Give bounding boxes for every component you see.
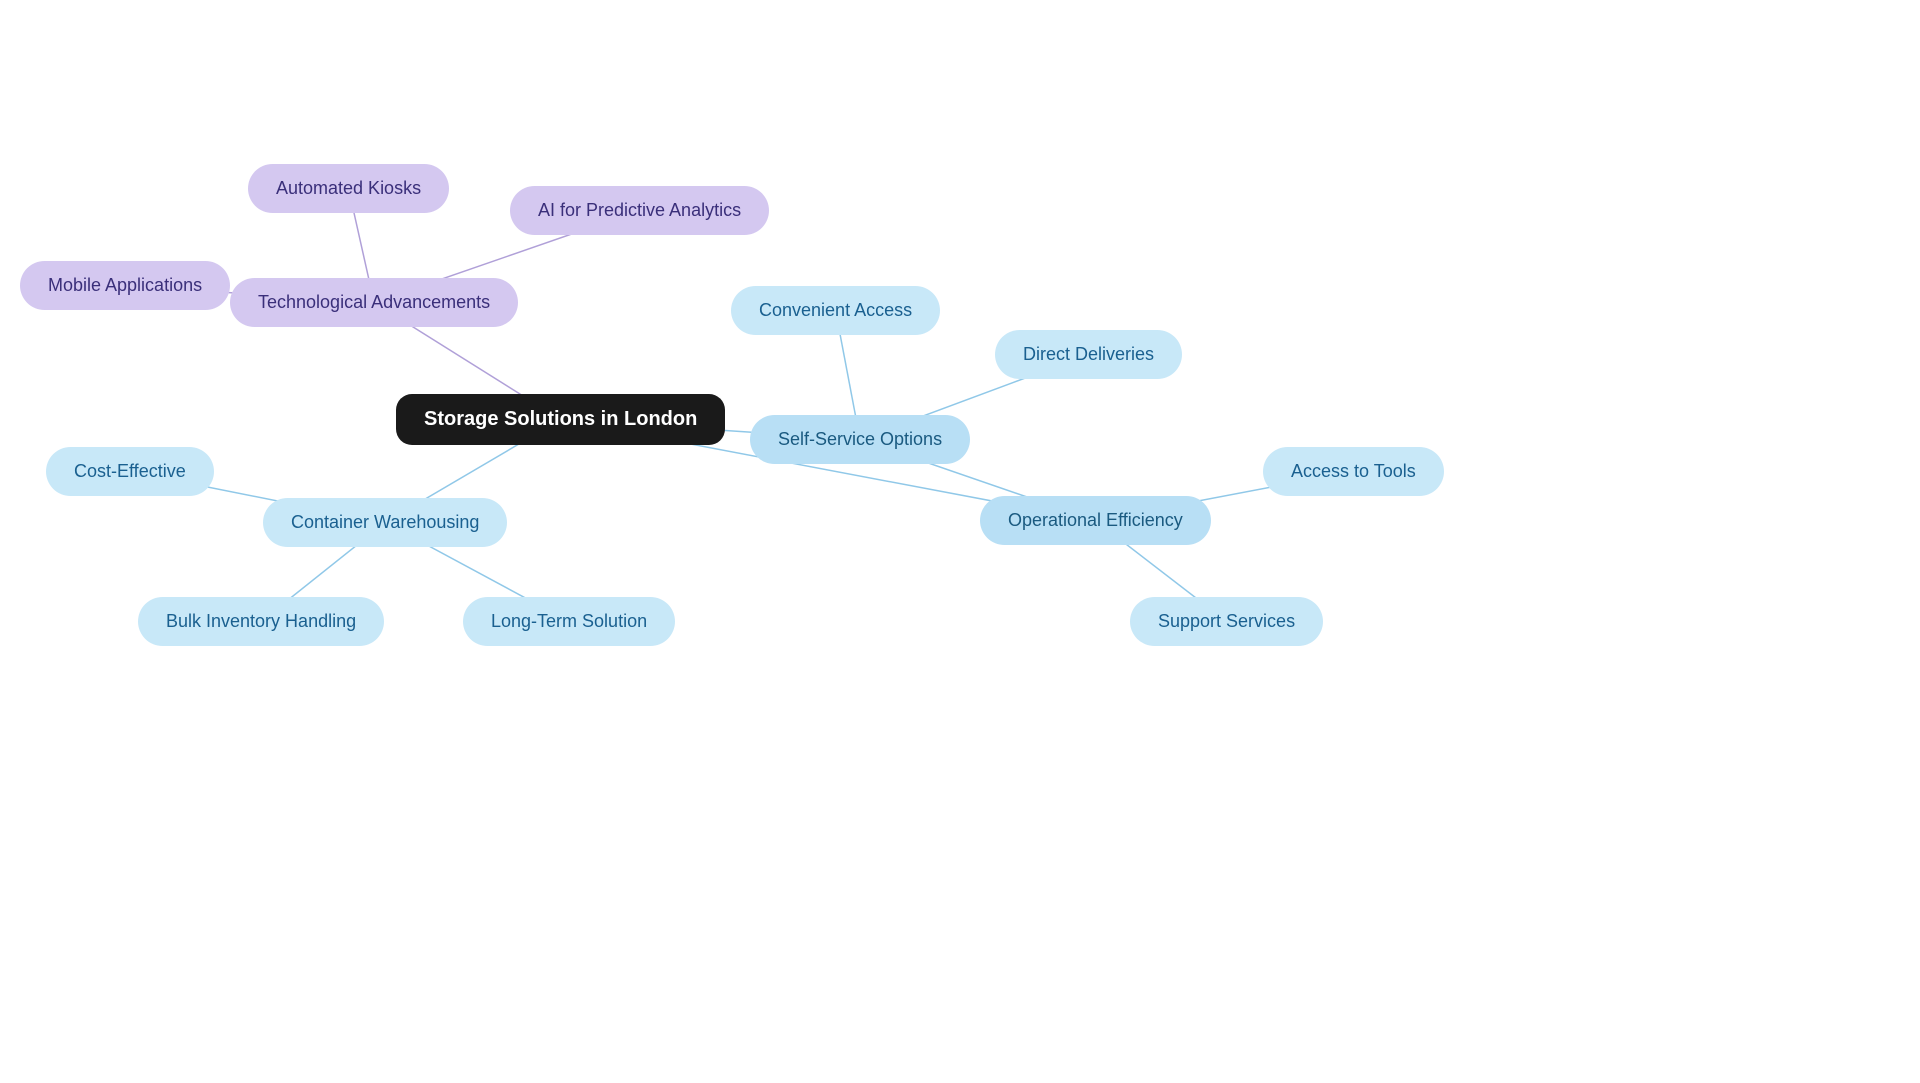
center-label: Storage Solutions in London: [424, 408, 697, 431]
automated-kiosks-label: Automated Kiosks: [276, 178, 421, 199]
container-warehousing-label: Container Warehousing: [291, 512, 479, 533]
operational-efficiency-node: Operational Efficiency: [980, 496, 1211, 545]
access-to-tools-label: Access to Tools: [1291, 461, 1416, 482]
bulk-inventory-label: Bulk Inventory Handling: [166, 611, 356, 632]
convenient-access-label: Convenient Access: [759, 300, 912, 321]
access-to-tools-node: Access to Tools: [1263, 447, 1444, 496]
mobile-apps-node: Mobile Applications: [20, 261, 230, 310]
convenient-access-node: Convenient Access: [731, 286, 940, 335]
long-term-node: Long-Term Solution: [463, 597, 675, 646]
operational-efficiency-label: Operational Efficiency: [1008, 510, 1183, 531]
bulk-inventory-node: Bulk Inventory Handling: [138, 597, 384, 646]
self-service-node: Self-Service Options: [750, 415, 970, 464]
cost-effective-label: Cost-Effective: [74, 461, 186, 482]
automated-kiosks-node: Automated Kiosks: [248, 164, 449, 213]
ai-predictive-node: AI for Predictive Analytics: [510, 186, 769, 235]
tech-advancements-label: Technological Advancements: [258, 292, 490, 313]
support-services-node: Support Services: [1130, 597, 1323, 646]
mobile-apps-label: Mobile Applications: [48, 275, 202, 296]
center-node: Storage Solutions in London: [396, 394, 725, 445]
direct-deliveries-label: Direct Deliveries: [1023, 344, 1154, 365]
container-warehousing-node: Container Warehousing: [263, 498, 507, 547]
cost-effective-node: Cost-Effective: [46, 447, 214, 496]
tech-advancements-node: Technological Advancements: [230, 278, 518, 327]
long-term-label: Long-Term Solution: [491, 611, 647, 632]
direct-deliveries-node: Direct Deliveries: [995, 330, 1182, 379]
self-service-label: Self-Service Options: [778, 429, 942, 450]
support-services-label: Support Services: [1158, 611, 1295, 632]
ai-predictive-label: AI for Predictive Analytics: [538, 200, 741, 221]
